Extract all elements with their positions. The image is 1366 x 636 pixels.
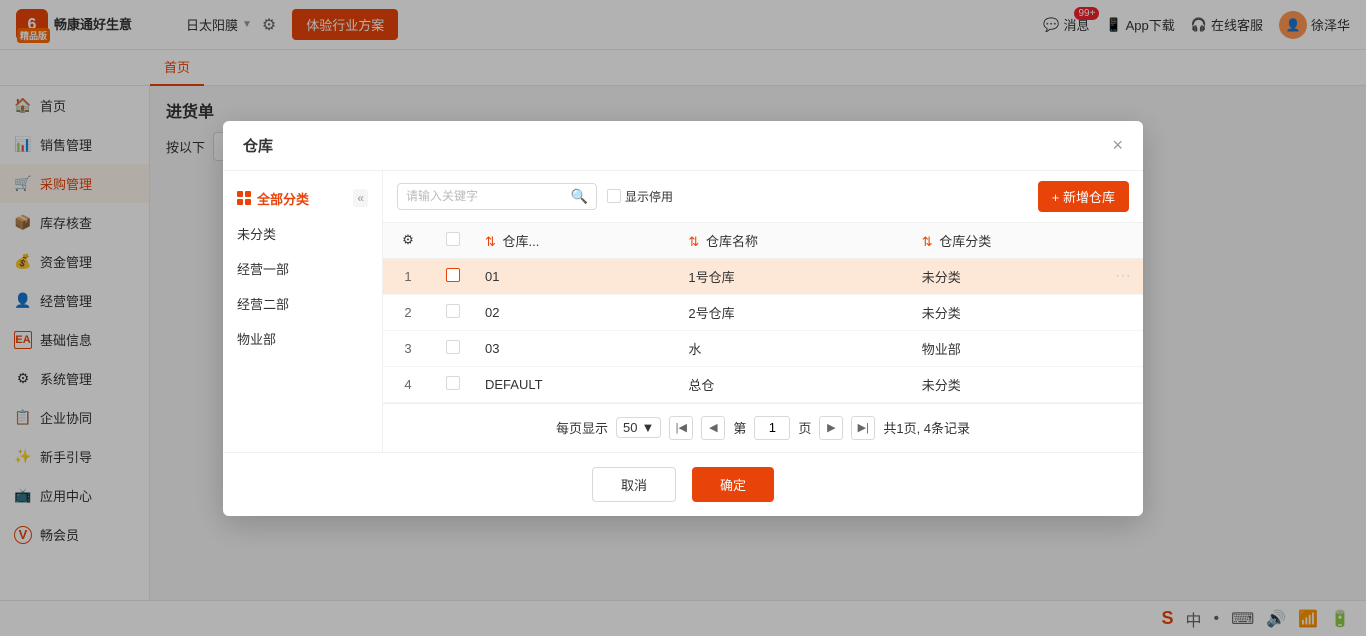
collapse-panel-btn[interactable]: « <box>353 189 368 207</box>
all-category-label: 全部分类 <box>257 189 309 208</box>
page-input[interactable] <box>754 416 790 440</box>
table-row[interactable]: 2 02 2号仓库 未分类 <box>383 294 1143 330</box>
ok-btn[interactable]: 确定 <box>692 467 774 502</box>
warehouse-modal: 仓库 × 全部分类 « 未分类 经营一部 <box>223 121 1143 516</box>
col-settings: ⚙ <box>383 223 433 259</box>
show-disabled-text: 显示停用 <box>625 188 673 205</box>
pagination-row: 每页显示 50 ▼ |◀ ◀ 第 页 ▶ ▶| 共1页, 4条记录 <box>383 403 1143 452</box>
select-arrow: ▼ <box>641 420 654 435</box>
category-item-ops1[interactable]: 经营一部 <box>223 251 382 286</box>
page-end-label: 页 <box>798 418 811 437</box>
row-name: 2号仓库 <box>676 294 909 330</box>
row-checkbox[interactable] <box>433 366 473 402</box>
page-label: 第 <box>733 418 746 437</box>
all-category-item[interactable]: 全部分类 « <box>223 181 382 216</box>
row-category: 未分类 <box>910 366 1143 402</box>
modal-title: 仓库 <box>243 135 273 156</box>
row-category: 未分类 <box>910 294 1143 330</box>
category-item-ops2[interactable]: 经营二部 <box>223 286 382 321</box>
settings-col-icon: ⚙ <box>402 232 414 247</box>
select-all-checkbox[interactable] <box>446 232 460 246</box>
show-disabled-label[interactable]: 显示停用 <box>607 188 673 205</box>
col-name[interactable]: ⇅ 仓库名称 <box>676 223 909 259</box>
category-item-uncategorized[interactable]: 未分类 <box>223 216 382 251</box>
row-num: 1 <box>383 258 433 294</box>
page-next-btn[interactable]: ▶ <box>819 416 843 440</box>
row-name: 水 <box>676 330 909 366</box>
row-code: 03 <box>473 330 676 366</box>
row-checkbox[interactable] <box>433 294 473 330</box>
sort-icon-cat: ⇅ <box>922 234 933 249</box>
row-num: 4 <box>383 366 433 402</box>
row-checkbox[interactable] <box>433 258 473 294</box>
row-num: 2 <box>383 294 433 330</box>
row-code: 01 <box>473 258 676 294</box>
col-code[interactable]: ⇅ 仓库... <box>473 223 676 259</box>
row-name: 总仓 <box>676 366 909 402</box>
search-input[interactable] <box>406 189 567 203</box>
table-row[interactable]: 1 01 1号仓库 未分类··· <box>383 258 1143 294</box>
show-disabled-checkbox[interactable] <box>607 189 621 203</box>
sort-icon: ⇅ <box>485 234 496 249</box>
per-page-select[interactable]: 50 ▼ <box>616 417 661 438</box>
data-table: ⚙ ⇅ 仓库... ⇅ <box>383 223 1143 403</box>
category-panel: 全部分类 « 未分类 经营一部 经营二部 物业部 <box>223 171 383 452</box>
table-toolbar: 🔍 显示停用 + 新增仓库 <box>383 171 1143 223</box>
category-item-property[interactable]: 物业部 <box>223 321 382 356</box>
page-first-btn[interactable]: |◀ <box>669 416 693 440</box>
search-wrap: 🔍 <box>397 183 597 210</box>
row-name: 1号仓库 <box>676 258 909 294</box>
sort-icon-name: ⇅ <box>688 234 699 249</box>
page-last-btn[interactable]: ▶| <box>851 416 875 440</box>
modal-body: 全部分类 « 未分类 经营一部 经营二部 物业部 <box>223 171 1143 452</box>
modal-footer: 取消 确定 <box>223 452 1143 516</box>
col-checkbox <box>433 223 473 259</box>
row-num: 3 <box>383 330 433 366</box>
search-icon[interactable]: 🔍 <box>571 188 588 205</box>
table-header-row: ⚙ ⇅ 仓库... ⇅ <box>383 223 1143 259</box>
grid-icon <box>237 191 251 205</box>
table-panel: 🔍 显示停用 + 新增仓库 ⚙ <box>383 171 1143 452</box>
row-code: DEFAULT <box>473 366 676 402</box>
modal-overlay: 仓库 × 全部分类 « 未分类 经营一部 <box>0 0 1366 636</box>
row-category: 未分类··· <box>910 258 1143 294</box>
modal-header: 仓库 × <box>223 121 1143 171</box>
page-prev-btn[interactable]: ◀ <box>701 416 725 440</box>
per-page-label: 每页显示 <box>556 418 608 437</box>
add-warehouse-btn[interactable]: + 新增仓库 <box>1038 181 1129 212</box>
table-row[interactable]: 4 DEFAULT 总仓 未分类 <box>383 366 1143 402</box>
cancel-btn[interactable]: 取消 <box>592 467 676 502</box>
modal-close-btn[interactable]: × <box>1112 136 1123 154</box>
table-row[interactable]: 3 03 水 物业部 <box>383 330 1143 366</box>
page-summary: 共1页, 4条记录 <box>883 418 970 437</box>
row-checkbox[interactable] <box>433 330 473 366</box>
row-code: 02 <box>473 294 676 330</box>
row-category: 物业部 <box>910 330 1143 366</box>
col-category[interactable]: ⇅ 仓库分类 <box>910 223 1143 259</box>
